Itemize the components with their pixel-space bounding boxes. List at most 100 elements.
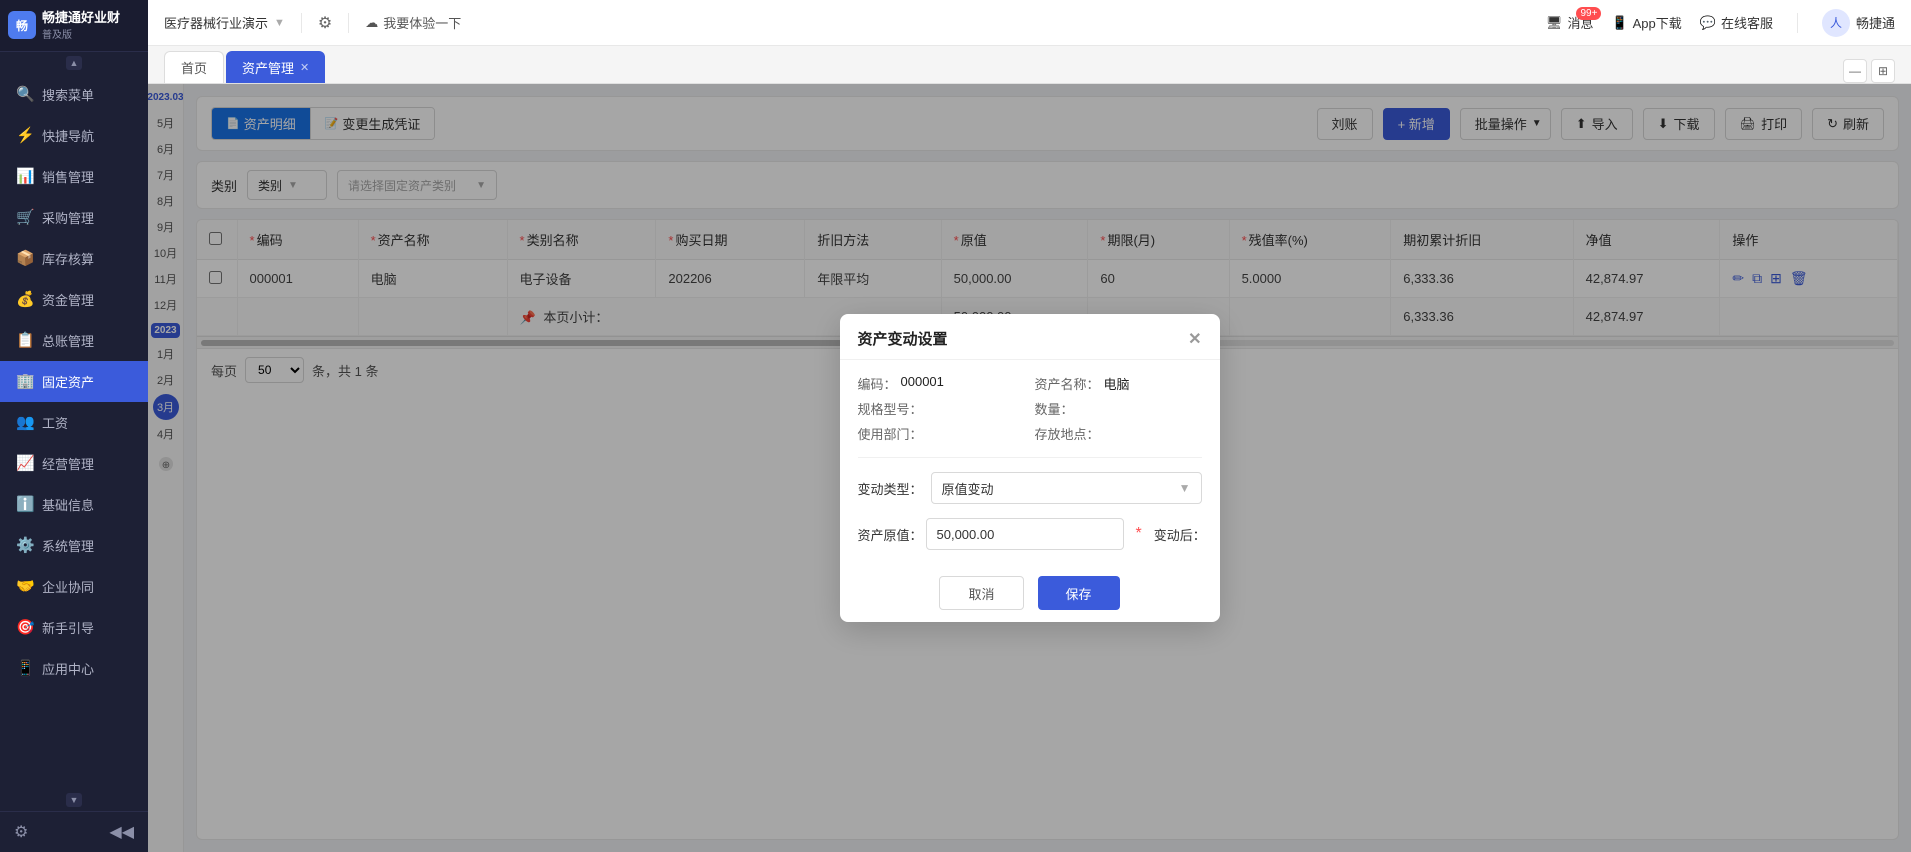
modal-header: 资产变动设置 ✕ [840,314,1220,360]
sidebar-item-basic-info[interactable]: ℹ️ 基础信息 [0,484,148,525]
topbar-divider-2 [348,13,349,33]
sidebar-item-label: 快捷导航 [42,126,94,145]
modal-location-label: 存放地点： [1035,424,1100,443]
modal-change-type-arrow: ▼ [1179,481,1191,495]
app-download-btn[interactable]: 📱 App下载 [1611,13,1681,32]
modal-info-grid: 编码： 000001 资产名称： 电脑 规格型号： 数量： [858,374,1202,458]
modal-change-type-select[interactable]: 原值变动 ▼ [931,472,1202,504]
sidebar-scroll-down[interactable]: ▼ [66,793,82,807]
modal-code-value: 000001 [901,374,944,393]
sidebar-item-label: 采购管理 [42,208,94,227]
notification-icon: 🖥 [1546,15,1563,31]
notification-btn[interactable]: 🖥 消息 99+ [1546,13,1594,32]
sidebar-item-fixed-assets[interactable]: 🏢 固定资产 [0,361,148,402]
sidebar-footer: ⚙ ◀◀ [0,811,148,852]
sidebar-item-label: 应用中心 [42,659,94,678]
modal-info-location: 存放地点： [1035,424,1202,443]
tab-home-label: 首页 [181,58,207,77]
sidebar-item-app-center[interactable]: 📱 应用中心 [0,648,148,689]
user-avatar: 人 [1822,9,1850,37]
sidebar-item-label: 搜索菜单 [42,85,94,104]
modal-info-spec: 规格型号： [858,399,1025,418]
sidebar-item-search[interactable]: 🔍 搜索菜单 [0,74,148,115]
sidebar-item-label: 经营管理 [42,454,94,473]
info-icon: ℹ️ [16,495,34,513]
user-menu[interactable]: 人 畅捷通 [1822,9,1895,37]
modal-overlay[interactable]: 资产变动设置 ✕ 编码： 000001 资产名称： 电脑 [148,84,1911,852]
sidebar-item-purchase[interactable]: 🛒 采购管理 [0,197,148,238]
app-edition: 普及版 [42,26,120,41]
sidebar-item-system[interactable]: ⚙️ 系统管理 [0,525,148,566]
app-download-label: App下载 [1633,13,1682,32]
window-minimize-btn[interactable]: — [1843,59,1867,83]
sidebar-item-label: 系统管理 [42,536,94,555]
experience-btn[interactable]: ☁ 我要体验一下 [365,13,461,32]
sidebar-item-label: 企业协同 [42,577,94,596]
phone-icon: 📱 [16,659,34,677]
modal-department-label: 使用部门： [858,424,923,443]
sidebar-item-general-ledger[interactable]: 📋 总账管理 [0,320,148,361]
chart-icon: 📊 [16,167,34,185]
modal-values-row: 资产原值： * 变动后： [858,518,1202,550]
sidebar-item-label: 基础信息 [42,495,94,514]
trending-icon: 📈 [16,454,34,472]
app-download-icon: 📱 [1611,15,1627,31]
sidebar-scroll-up[interactable]: ▲ [66,56,82,70]
sidebar-item-payroll[interactable]: 👥 工资 [0,402,148,443]
modal-asset-name-value: 电脑 [1104,374,1130,393]
sidebar-item-operations[interactable]: 📈 经营管理 [0,443,148,484]
topbar-divider-1 [301,13,302,33]
topbar: 医疗器械行业演示 ▼ ⚙ ☁ 我要体验一下 🖥 消息 99+ 📱 App下载 💬… [148,0,1911,46]
tab-home[interactable]: 首页 [164,51,224,83]
service-label: 在线客服 [1721,13,1773,32]
sidebar-nav: 🔍 搜索菜单 ⚡ 快捷导航 📊 销售管理 🛒 采购管理 📦 库存核算 💰 资金管… [0,74,148,789]
gear-icon: ⚙️ [16,536,34,554]
sidebar-item-funds[interactable]: 💰 资金管理 [0,279,148,320]
main-area: 医疗器械行业演示 ▼ ⚙ ☁ 我要体验一下 🖥 消息 99+ 📱 App下载 💬… [148,0,1911,852]
modal-original-value-input[interactable] [926,518,1124,550]
cart-icon: 🛒 [16,208,34,226]
sidebar-item-enterprise[interactable]: 🤝 企业协同 [0,566,148,607]
settings-icon[interactable]: ⚙ [14,822,28,842]
modal-original-value-label: 资产原值： [858,525,918,544]
sidebar-item-label: 新手引导 [42,618,94,637]
cancel-button[interactable]: 取消 [939,576,1023,610]
tab-asset-management[interactable]: 资产管理 ✕ [226,51,325,83]
topbar-settings-icon[interactable]: ⚙ [318,13,332,33]
box-icon: 📦 [16,249,34,267]
tab-controls: — ⊞ [1843,59,1895,83]
experience-label: 我要体验一下 [383,13,461,32]
sidebar-item-inventory[interactable]: 📦 库存核算 [0,238,148,279]
save-button[interactable]: 保存 [1038,576,1120,610]
ledger-icon: 📋 [16,331,34,349]
collapse-icon[interactable]: ◀◀ [109,822,134,842]
modal-footer: 取消 保存 [840,564,1220,622]
users-icon: 👥 [16,413,34,431]
modal-after-label: 变动后： [1154,525,1214,544]
modal-title: 资产变动设置 [858,328,948,349]
service-btn[interactable]: 💬 在线客服 [1700,13,1773,32]
modal-info-asset-name: 资产名称： 电脑 [1035,374,1202,393]
company-selector[interactable]: 医疗器械行业演示 ▼ [164,13,285,32]
sidebar-item-sales[interactable]: 📊 销售管理 [0,156,148,197]
company-name: 医疗器械行业演示 [164,13,268,32]
sidebar-item-label: 销售管理 [42,167,94,186]
modal-body: 编码： 000001 资产名称： 电脑 规格型号： 数量： [840,360,1220,564]
app-logo-icon: 畅 [8,11,36,39]
modal-required-star: * [1136,525,1142,543]
sidebar-item-guide[interactable]: 🎯 新手引导 [0,607,148,648]
sidebar-item-label: 工资 [42,413,68,432]
modal-spec-label: 规格型号： [858,399,923,418]
target-icon: 🎯 [16,618,34,636]
app-title: 畅捷通好业财 [42,10,120,26]
building-icon: 🏢 [16,372,34,390]
handshake-icon: 🤝 [16,577,34,595]
topbar-right: 🖥 消息 99+ 📱 App下载 💬 在线客服 人 畅捷通 [1546,9,1895,37]
tab-close-icon[interactable]: ✕ [300,61,309,74]
sidebar: 畅 畅捷通好业财 普及版 ▲ 🔍 搜索菜单 ⚡ 快捷导航 📊 销售管理 🛒 采购… [0,0,148,852]
tabbar: 首页 资产管理 ✕ — ⊞ [148,46,1911,84]
content-area: 2023.03 5月 6月 7月 8月 9月 10月 11月 12月 2023 … [148,84,1911,852]
window-maximize-btn[interactable]: ⊞ [1871,59,1895,83]
sidebar-item-quick-nav[interactable]: ⚡ 快捷导航 [0,115,148,156]
modal-close-icon[interactable]: ✕ [1188,329,1201,349]
